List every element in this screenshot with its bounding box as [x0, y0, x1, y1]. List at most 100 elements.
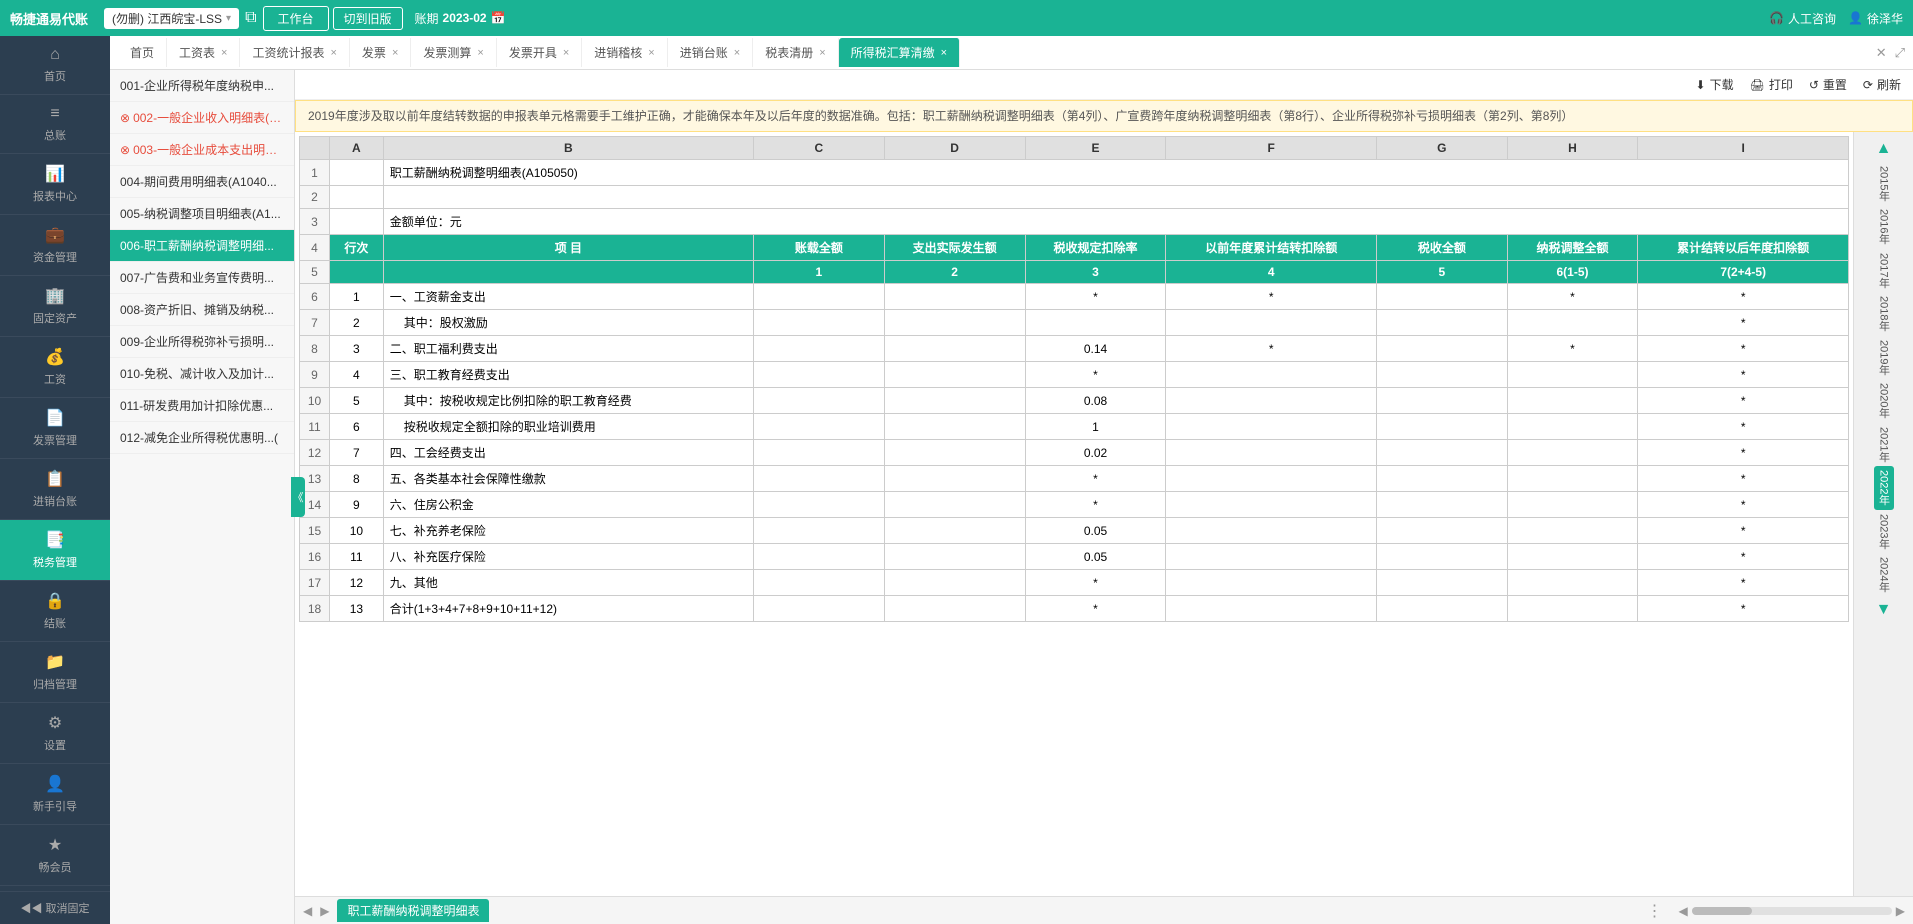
left-panel-item-005[interactable]: 005-纳税调整项目明细表(A1...	[110, 198, 294, 230]
left-panel-item-002[interactable]: ⊗002-一般企业收入明细表(A1...	[110, 102, 294, 134]
table-scroll-area[interactable]: A B C D E F G H I	[295, 132, 1853, 896]
sidebar-item-vip[interactable]: ★ 畅会员	[0, 825, 110, 886]
sidebar-item-invoice[interactable]: 📄 发票管理	[0, 398, 110, 459]
sidebar-item-tax[interactable]: 📑 税务管理	[0, 520, 110, 581]
tab-invoice-issue[interactable]: 发票开具 ×	[497, 38, 582, 67]
sidebar-item-payroll[interactable]: 💰 工资	[0, 337, 110, 398]
year-item-2023[interactable]: 2023年	[1874, 510, 1894, 553]
tab-close-income-tax[interactable]: ×	[941, 47, 947, 59]
tab-close-payroll-report[interactable]: ×	[330, 47, 336, 59]
col-header-H: H	[1507, 137, 1638, 160]
sidebar-item-label: 归档管理	[33, 676, 77, 692]
refresh-button[interactable]: ⟳ 刷新	[1863, 76, 1901, 93]
year-item-2018[interactable]: 2018年	[1874, 292, 1894, 335]
left-panel-item-004[interactable]: 004-期间费用明细表(A1040...	[110, 166, 294, 198]
close-all-icon[interactable]: ✕	[1876, 45, 1887, 61]
left-panel-item-006[interactable]: 006-职工薪酬纳税调整明细...	[110, 230, 294, 262]
user-menu[interactable]: 👤 徐泽华	[1848, 10, 1903, 27]
year-item-2022[interactable]: 2022年	[1874, 466, 1894, 509]
tab-close-invoice-issue[interactable]: ×	[563, 47, 569, 59]
tab-purchase-ledger[interactable]: 进销台账 ×	[668, 38, 753, 67]
tab-close-purchase-verify[interactable]: ×	[648, 47, 654, 59]
year-scroll-down[interactable]: ▼	[1872, 597, 1896, 623]
left-panel-item-011[interactable]: 011-研发费用加计扣除优惠...	[110, 390, 294, 422]
company-selector[interactable]: (勿删) 江西皖宝-LSS ▾	[104, 8, 239, 29]
table-row-8: 8 3 二、职工福利费支出 0.14 * *	[300, 336, 1849, 362]
left-panel-item-012[interactable]: 012-减免企业所得税优惠明...(	[110, 422, 294, 454]
year-item-2015[interactable]: 2015年	[1874, 162, 1894, 205]
next-sheet-button[interactable]: ▶	[320, 904, 329, 918]
tab-tax-clearance[interactable]: 税表清册 ×	[753, 38, 838, 67]
sidebar-item-ledger[interactable]: ≡ 总账	[0, 95, 110, 154]
maximize-icon[interactable]: ⤢	[1895, 45, 1905, 61]
tab-payroll[interactable]: 工资表 ×	[167, 38, 240, 67]
bottom-more-button[interactable]: ⋮	[1647, 901, 1663, 921]
copy-icon[interactable]: ⧉	[245, 9, 256, 27]
sidebar-item-fixed-asset[interactable]: 🏢 固定资产	[0, 276, 110, 337]
tab-income-tax[interactable]: 所得税汇算清缴 ×	[839, 38, 960, 67]
year-item-2017[interactable]: 2017年	[1874, 249, 1894, 292]
year-item-2020[interactable]: 2020年	[1874, 379, 1894, 422]
main-content: 001-企业所得税年度纳税申... ⊗002-一般企业收入明细表(A1... ⊗…	[110, 70, 1913, 924]
error-icon-002: ⊗	[120, 111, 130, 125]
horizontal-scroll[interactable]: ◀ ▶	[1679, 904, 1905, 918]
year-item-2024[interactable]: 2024年	[1874, 553, 1894, 596]
sidebar-item-sales[interactable]: 📋 进销台账	[0, 459, 110, 520]
year-item-2021[interactable]: 2021年	[1874, 423, 1894, 466]
table-row-2: 2	[300, 186, 1849, 209]
tab-close-tax-clearance[interactable]: ×	[819, 47, 825, 59]
tab-close-invoice-calc[interactable]: ×	[477, 47, 483, 59]
support-button[interactable]: 🎧 人工咨询	[1769, 10, 1836, 27]
col-header-I: I	[1638, 137, 1849, 160]
year-item-2016[interactable]: 2016年	[1874, 205, 1894, 248]
unpin-fixed-button[interactable]: ◀◀ 取消固定	[0, 891, 110, 924]
calendar-icon[interactable]: 📅	[491, 11, 506, 25]
download-button[interactable]: ⬇ 下载	[1696, 76, 1734, 93]
sidebar-item-asset-mgmt[interactable]: 💼 资金管理	[0, 215, 110, 276]
reset-button[interactable]: ↺ 重置	[1809, 76, 1847, 93]
scroll-right-icon[interactable]: ▶	[1896, 904, 1905, 918]
lock-icon: 🔒	[45, 591, 65, 611]
sidebar-item-archive[interactable]: 📁 归档管理	[0, 642, 110, 703]
building-icon: 🏢	[45, 286, 65, 306]
horizontal-scrollbar[interactable]	[1692, 907, 1892, 915]
print-button[interactable]: 🖨 打印	[1750, 76, 1793, 93]
user-avatar-icon: 👤	[1848, 11, 1863, 25]
year-scroll-up[interactable]: ▲	[1872, 136, 1896, 162]
tab-close-purchase-ledger[interactable]: ×	[734, 47, 740, 59]
left-panel-item-007[interactable]: 007-广告费和业务宣传费明...	[110, 262, 294, 294]
scroll-left-icon[interactable]: ◀	[1679, 904, 1688, 918]
left-panel-item-001[interactable]: 001-企业所得税年度纳税申...	[110, 70, 294, 102]
tab-invoice-calc[interactable]: 发票测算 ×	[411, 38, 496, 67]
sidebar-item-home[interactable]: ⌂ 首页	[0, 36, 110, 95]
col-header-E: E	[1025, 137, 1166, 160]
sidebar-item-newbie[interactable]: 👤 新手引导	[0, 764, 110, 825]
app-container: 畅捷通易代账 (勿删) 江西皖宝-LSS ▾ ⧉ 工作台 切到旧版 账期 202…	[0, 0, 1913, 924]
left-panel-item-009[interactable]: 009-企业所得税弥补亏损明...	[110, 326, 294, 358]
left-panel-item-008[interactable]: 008-资产折旧、摊销及纳税...	[110, 294, 294, 326]
newbie-icon: 👤	[45, 774, 65, 794]
workbench-button[interactable]: 工作台	[263, 6, 329, 31]
year-item-2019[interactable]: 2019年	[1874, 336, 1894, 379]
sidebar-item-label: 固定资产	[33, 310, 77, 326]
error-icon-003: ⊗	[120, 143, 130, 157]
left-panel-item-010[interactable]: 010-免税、减计收入及加计...	[110, 358, 294, 390]
prev-sheet-button[interactable]: ◀	[303, 904, 312, 918]
bottom-tab-active[interactable]: 职工薪酬纳税调整明细表	[337, 899, 489, 922]
old-version-button[interactable]: 切到旧版	[333, 7, 403, 30]
header-zhangzai: 账载全额	[754, 235, 885, 261]
left-panel-item-003[interactable]: ⊗003-一般企业成本支出明细...	[110, 134, 294, 166]
col-header-C: C	[754, 137, 885, 160]
sidebar-item-settings[interactable]: ⚙ 设置	[0, 703, 110, 764]
collapse-panel-button[interactable]: 《	[291, 477, 305, 517]
sidebar-item-label: 税务管理	[33, 554, 77, 570]
tab-close-invoice[interactable]: ×	[392, 47, 398, 59]
tab-invoice[interactable]: 发票 ×	[350, 38, 411, 67]
sidebar-item-report[interactable]: 📊 报表中心	[0, 154, 110, 215]
tab-home[interactable]: 首页	[118, 38, 167, 67]
sidebar-item-closing[interactable]: 🔒 结账	[0, 581, 110, 642]
tab-purchase-verify[interactable]: 进销稽核 ×	[582, 38, 667, 67]
row-num-1: 1	[300, 160, 330, 186]
tab-payroll-report[interactable]: 工资统计报表 ×	[240, 38, 349, 67]
tab-close-payroll[interactable]: ×	[221, 47, 227, 59]
